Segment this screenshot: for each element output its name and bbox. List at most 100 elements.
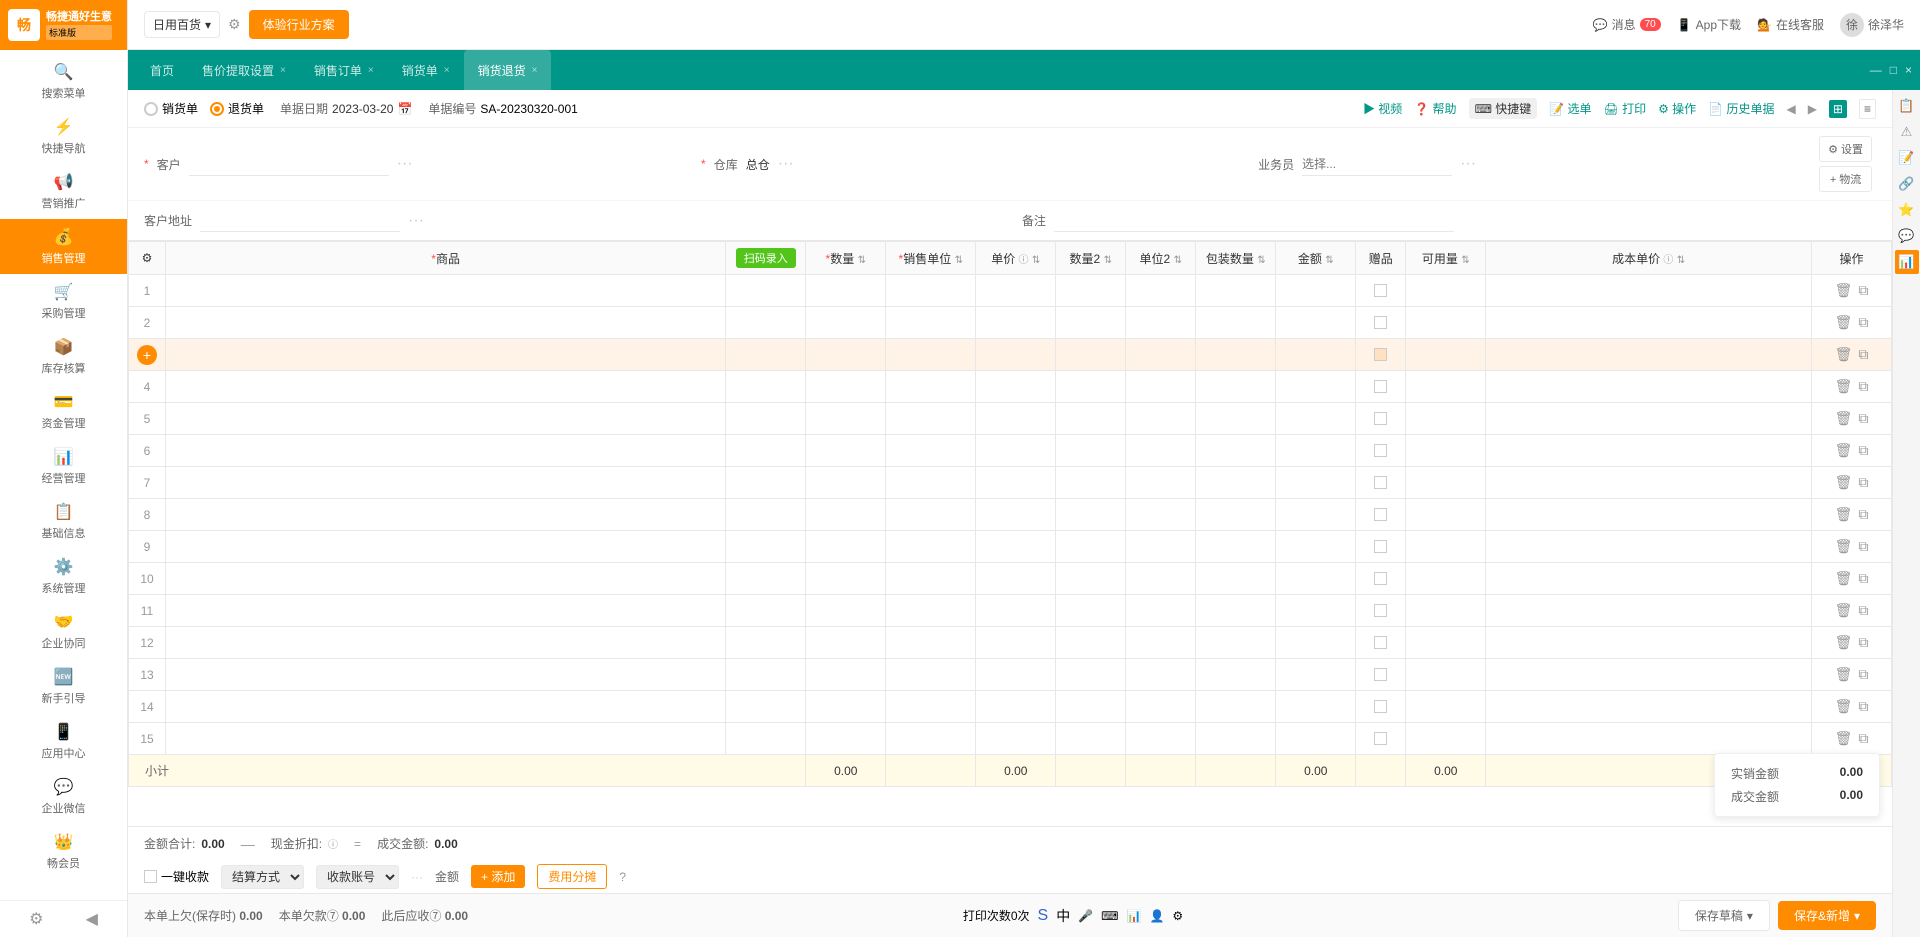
- delete-row-7[interactable]: 🗑: [1835, 474, 1853, 491]
- gift-cb-5[interactable]: [1374, 412, 1387, 425]
- delete-row-8[interactable]: 🗑: [1835, 506, 1853, 523]
- tab-close-sale-out[interactable]: ×: [444, 65, 450, 76]
- fee-split-btn[interactable]: 费用分摊: [537, 864, 607, 889]
- gift-cb-4[interactable]: [1374, 380, 1387, 393]
- settings-bottom-icon[interactable]: ⚙: [29, 909, 43, 929]
- trial-btn[interactable]: 体验行业方案: [249, 10, 349, 39]
- right-panel-icon-2[interactable]: ⚠: [1895, 120, 1919, 144]
- gift-cb-13[interactable]: [1374, 668, 1387, 681]
- gift-cb-15[interactable]: [1374, 732, 1387, 745]
- gift-cb-11[interactable]: [1374, 604, 1387, 617]
- delete-row-4[interactable]: 🗑: [1835, 378, 1853, 395]
- copy-row-6[interactable]: ⧉: [1858, 442, 1868, 459]
- list-view-icon[interactable]: ≡: [1859, 99, 1876, 119]
- customer-select-btn[interactable]: ···: [397, 155, 413, 173]
- unit-sort-icon[interactable]: ⇅: [955, 255, 963, 266]
- sidebar-item-inventory[interactable]: 📦 库存核算: [0, 329, 127, 384]
- payment-checkbox[interactable]: [144, 870, 157, 883]
- sidebar-item-purchase[interactable]: 🛒 采购管理: [0, 274, 127, 329]
- industry-select[interactable]: 日用百货 ▾: [144, 11, 220, 38]
- gift-cb-6[interactable]: [1374, 444, 1387, 457]
- delete-row-1[interactable]: 🗑: [1835, 282, 1853, 299]
- tab-home[interactable]: 首页: [136, 50, 188, 90]
- address-input[interactable]: [200, 209, 400, 232]
- qty-sort-icon[interactable]: ⇅: [858, 255, 866, 266]
- sidebar-item-guide[interactable]: 🆕 新手引导: [0, 659, 127, 714]
- pack-sort-icon[interactable]: ⇅: [1257, 255, 1265, 266]
- calc-method-select[interactable]: 结算方式: [221, 865, 304, 889]
- tab-close-sale-return[interactable]: ×: [532, 65, 538, 76]
- gift-cb-12[interactable]: [1374, 636, 1387, 649]
- gift-cb-3[interactable]: [1374, 348, 1387, 361]
- delete-row-3[interactable]: 🗑: [1835, 346, 1853, 363]
- radio-return[interactable]: 退货单: [210, 100, 264, 117]
- delete-row-6[interactable]: 🗑: [1835, 442, 1853, 459]
- copy-row-3[interactable]: ⧉: [1858, 346, 1868, 363]
- gift-cb-7[interactable]: [1374, 476, 1387, 489]
- gift-cb-14[interactable]: [1374, 700, 1387, 713]
- unit2-sort-icon[interactable]: ⇅: [1174, 255, 1182, 266]
- delete-row-13[interactable]: 🗑: [1835, 666, 1853, 683]
- tab-sale-return[interactable]: 销货退货 ×: [464, 50, 552, 90]
- gift-cb-1[interactable]: [1374, 284, 1387, 297]
- right-panel-icon-3[interactable]: 📝: [1895, 146, 1919, 170]
- copy-row-10[interactable]: ⧉: [1858, 570, 1868, 587]
- sidebar-item-marketing[interactable]: 📢 营销推广: [0, 164, 127, 219]
- sidebar-item-finance[interactable]: 💳 资金管理: [0, 384, 127, 439]
- sidebar-item-basic[interactable]: 📋 基础信息: [0, 494, 127, 549]
- settings-btn[interactable]: ⚙ 设置: [1819, 136, 1872, 162]
- tab-sale-price[interactable]: 售价提取设置 ×: [188, 50, 300, 90]
- grid-view-icon[interactable]: ⊞: [1829, 100, 1847, 118]
- sidebar-item-enterprise[interactable]: 🤝 企业协同: [0, 604, 127, 659]
- delete-row-2[interactable]: 🗑: [1835, 314, 1853, 331]
- close-window-icon[interactable]: ×: [1905, 63, 1912, 77]
- collapse-icon[interactable]: ◀: [86, 909, 98, 929]
- save-new-btn[interactable]: 保存&新增 ▾: [1778, 901, 1876, 930]
- online-service-btn[interactable]: 💁 在线客服: [1757, 16, 1824, 33]
- product-input-3[interactable]: [174, 348, 717, 362]
- note-input[interactable]: [1054, 209, 1454, 232]
- prev-record-icon[interactable]: ◀: [1786, 102, 1795, 116]
- delete-row-15[interactable]: 🗑: [1835, 730, 1853, 747]
- gift-cb-2[interactable]: [1374, 316, 1387, 329]
- add-row-btn[interactable]: +: [137, 345, 157, 365]
- address-select-btn[interactable]: ···: [408, 212, 424, 230]
- add-btn[interactable]: + 添加: [471, 865, 525, 888]
- sidebar-item-search[interactable]: 🔍 搜索菜单: [0, 54, 127, 109]
- delete-row-14[interactable]: 🗑: [1835, 698, 1853, 715]
- app-download-btn[interactable]: 📱 App下载: [1677, 16, 1741, 33]
- amount-sort-icon[interactable]: ⇅: [1325, 255, 1333, 266]
- copy-row-13[interactable]: ⧉: [1858, 666, 1868, 683]
- select-doc-btn[interactable]: 📝 选单: [1549, 100, 1591, 117]
- price-sort-icon[interactable]: ⇅: [1032, 255, 1040, 266]
- copy-row-14[interactable]: ⧉: [1858, 698, 1868, 715]
- tab-close-sale-order[interactable]: ×: [368, 65, 374, 76]
- sidebar-item-sales[interactable]: 💰 销售管理: [0, 219, 127, 274]
- shortcut-btn[interactable]: ⌨ 快捷键: [1469, 98, 1538, 119]
- tab-close-sale-price[interactable]: ×: [280, 65, 286, 76]
- copy-row-9[interactable]: ⧉: [1858, 538, 1868, 555]
- topbar-gear-icon[interactable]: ⚙: [228, 16, 241, 33]
- customer-input[interactable]: [189, 153, 389, 176]
- minimize-window-icon[interactable]: —: [1870, 63, 1882, 77]
- operation-btn[interactable]: ⚙ 操作: [1658, 100, 1696, 117]
- draft-dropdown-icon[interactable]: ▾: [1747, 909, 1753, 923]
- right-panel-icon-4[interactable]: 🔗: [1895, 172, 1919, 196]
- gift-cb-10[interactable]: [1374, 572, 1387, 585]
- gift-cb-8[interactable]: [1374, 508, 1387, 521]
- qty2-sort-icon[interactable]: ⇅: [1104, 255, 1112, 266]
- cost-sort-icon[interactable]: ⇅: [1677, 255, 1685, 266]
- tab-sale-out[interactable]: 销货单 ×: [388, 50, 464, 90]
- sidebar-item-app[interactable]: 📱 应用中心: [0, 714, 127, 769]
- save-draft-btn[interactable]: 保存草稿 ▾: [1678, 900, 1770, 931]
- copy-row-7[interactable]: ⧉: [1858, 474, 1868, 491]
- tab-sale-order[interactable]: 销售订单 ×: [300, 50, 388, 90]
- sidebar-item-wechat[interactable]: 💬 企业微信: [0, 769, 127, 824]
- sidebar-item-quick[interactable]: ⚡ 快捷导航: [0, 109, 127, 164]
- col-settings[interactable]: ⚙: [129, 242, 166, 275]
- delete-row-10[interactable]: 🗑: [1835, 570, 1853, 587]
- account-select[interactable]: 收款账号 账号: [316, 865, 399, 889]
- print-btn[interactable]: 🖨 打印: [1604, 100, 1647, 117]
- available-sort-icon[interactable]: ⇅: [1461, 255, 1469, 266]
- scan-btn[interactable]: 扫码录入: [736, 248, 796, 268]
